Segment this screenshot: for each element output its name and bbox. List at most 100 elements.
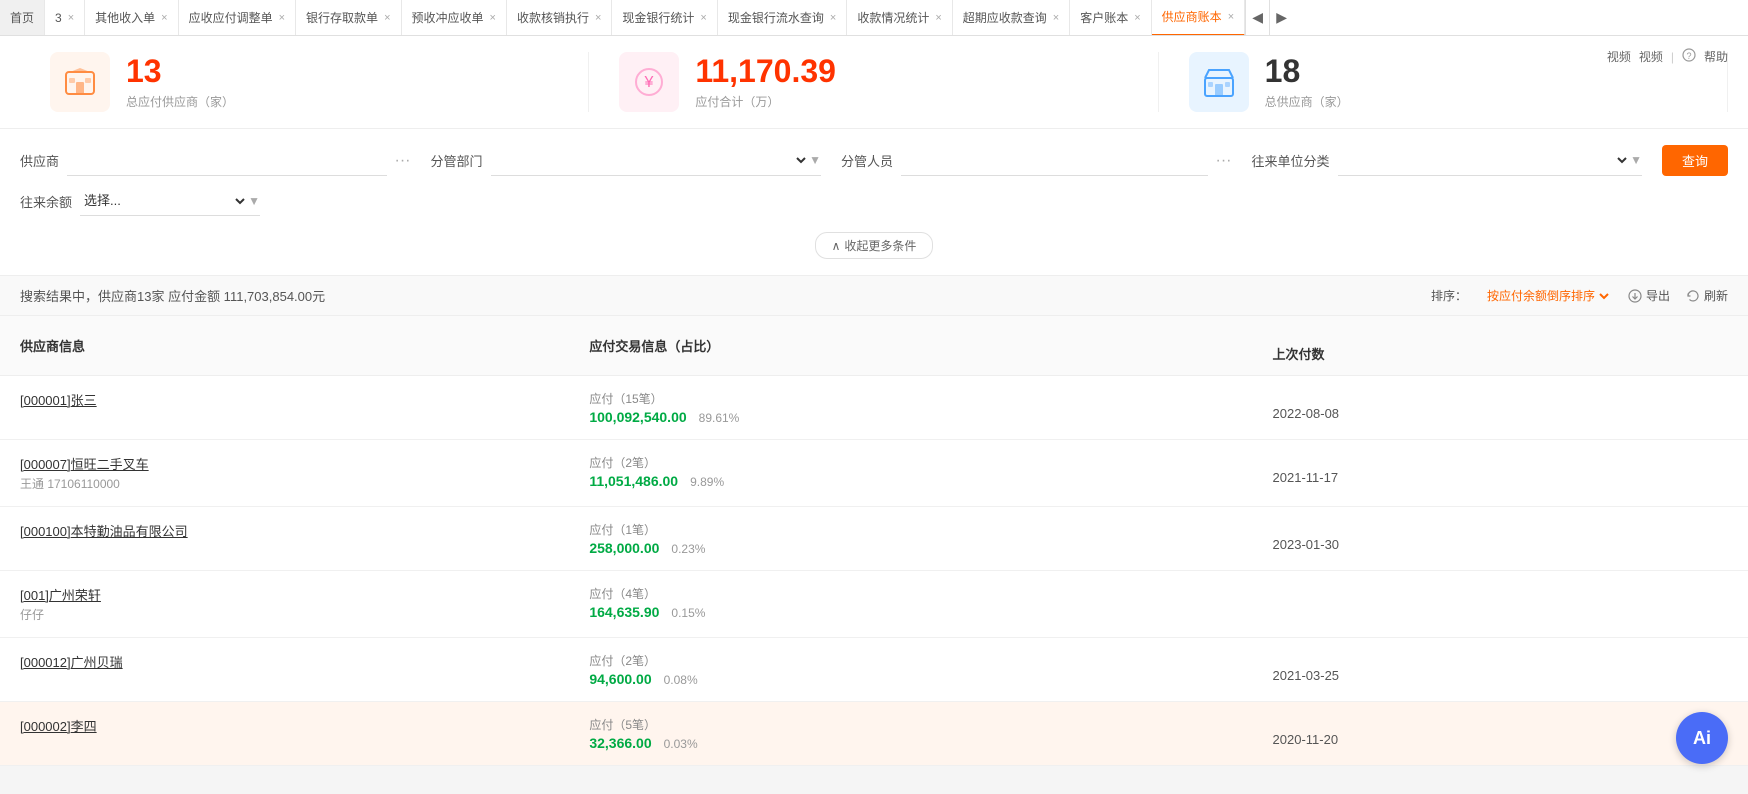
transaction-amount-2[interactable]: 11,051,486.00 (589, 473, 678, 489)
transaction-cell-4: 应付（4笔） 164,635.90 0.15% (589, 585, 1272, 620)
supplier-link-1[interactable]: [000001]张三 (20, 390, 589, 409)
transaction-amount-row-4: 164,635.90 0.15% (589, 602, 1272, 620)
filter-balance: 往来余额 选择... ▼ (20, 186, 320, 216)
transaction-amount-4[interactable]: 164,635.90 (589, 604, 659, 620)
nav-tab-collection-stat[interactable]: 收款情况统计 × (847, 0, 952, 36)
lastpay-cell-6: 2020-11-20 (1273, 716, 1728, 747)
nav-tab-cash-bank-stat-close[interactable]: × (700, 12, 706, 24)
help-label[interactable]: 帮助 (1704, 48, 1728, 65)
transaction-type-3: 应付（1笔） (589, 521, 1272, 538)
refresh-button[interactable]: 刷新 (1686, 287, 1728, 304)
dept-chevron-icon: ▼ (809, 153, 821, 167)
supplier-sub-4: 仔仔 (20, 606, 589, 623)
transaction-amount-row-5: 94,600.00 0.08% (589, 669, 1272, 687)
transaction-amount-1[interactable]: 100,092,540.00 (589, 409, 686, 425)
person-input[interactable] (901, 146, 1208, 176)
supplier-dots[interactable]: ··· (395, 152, 411, 170)
summary-card-suppliers: 13 总应付供应商（家） (20, 52, 589, 112)
nav-tab-customer-ledger-close[interactable]: × (1134, 12, 1140, 24)
supplier-link-5[interactable]: [000012]广州贝瑞 (20, 652, 589, 671)
nav-tab-ar-ap-adjust-close[interactable]: × (279, 12, 285, 24)
category-chevron-icon: ▼ (1630, 153, 1642, 167)
video-link[interactable]: 视频 (1607, 48, 1631, 65)
balance-chevron-icon: ▼ (248, 194, 260, 208)
sort-select[interactable]: 按应付余额倒序排序 按应付余额正序排序 (1483, 288, 1612, 304)
nav-tab-cash-bank-stat[interactable]: 现金银行统计 × (612, 0, 717, 36)
col-header-transaction: 应付交易信息（占比） (589, 336, 1272, 355)
transaction-type-5: 应付（2笔） (589, 652, 1272, 669)
supplier-input[interactable] (67, 146, 387, 176)
transaction-pct-3: 0.23% (671, 542, 705, 556)
result-info: 搜索结果中，供应商13家 应付金额 111,703,854.00元 (20, 286, 325, 305)
person-filter-label: 分管人员 (841, 151, 893, 170)
data-table: 供应商信息 应付交易信息（占比） 上次付数 [000001]张三 应付（15笔）… (0, 316, 1748, 766)
nav-tab-other-income-close[interactable]: × (161, 12, 167, 24)
lastpay-cell-1: 2022-08-08 (1273, 390, 1728, 421)
nav-tab-bank-deposit[interactable]: 银行存取款单 × (296, 0, 401, 36)
collapse-btn-label: 收起更多条件 (844, 237, 916, 254)
supplier-name-6: 李四 (71, 719, 97, 734)
nav-tab-other-income[interactable]: 其他收入单 × (85, 0, 178, 36)
summary-info-suppliers: 13 总应付供应商（家） (126, 54, 234, 110)
transaction-pct-1: 89.61% (699, 411, 740, 425)
filter-category: 往来单位分类 ▼ (1252, 146, 1643, 176)
export-button[interactable]: 导出 (1628, 287, 1670, 304)
nav-prev-arrow[interactable]: ◀ (1245, 0, 1269, 36)
supplier-link-2[interactable]: [000007]恒旺二手叉车 (20, 454, 589, 473)
supplier-link-6[interactable]: [000002]李四 (20, 716, 589, 735)
dept-select[interactable] (491, 146, 810, 174)
nav-tab-other-income-label: 其他收入单 (95, 9, 155, 26)
ai-button[interactable]: Ai (1676, 712, 1728, 764)
nav-tab-ar-ap-adjust[interactable]: 应收应付调整单 × (179, 0, 296, 36)
nav-tab-prepay-offset-close[interactable]: × (490, 12, 496, 24)
supplier-filter-label: 供应商 (20, 151, 59, 170)
nav-tab-supplier-ledger-close[interactable]: × (1228, 11, 1234, 23)
nav-tab-overdue-query[interactable]: 超期应收款查询 × (953, 0, 1070, 36)
nav-tab-prepay-offset[interactable]: 预收冲应收单 × (402, 0, 507, 36)
collapse-bar: ∧ 收起更多条件 (20, 226, 1728, 265)
nav-tab-collection-stat-close[interactable]: × (935, 12, 941, 24)
table-row: [000002]李四 应付（5笔） 32,366.00 0.03% 2020-1… (0, 702, 1748, 766)
nav-tab-collection-verify[interactable]: 收款核销执行 × (507, 0, 612, 36)
supplier-code-3: [000100] (20, 524, 71, 539)
collapse-button[interactable]: ∧ 收起更多条件 (815, 232, 934, 259)
nav-tab-bank-deposit-close[interactable]: × (384, 12, 390, 24)
nav-tab-prepay-offset-label: 预收冲应收单 (412, 9, 484, 26)
nav-tab-home[interactable]: 首页 (0, 0, 45, 36)
nav-tab-3[interactable]: 3 × (45, 0, 85, 36)
nav-tab-customer-ledger[interactable]: 客户账本 × (1070, 0, 1151, 36)
nav-tab-cash-bank-query[interactable]: 现金银行流水查询 × (718, 0, 847, 36)
table-header: 供应商信息 应付交易信息（占比） 上次付数 (0, 316, 1748, 376)
table-row: [000012]广州贝瑞 应付（2笔） 94,600.00 0.08% 2021… (0, 638, 1748, 702)
transaction-amount-3[interactable]: 258,000.00 (589, 540, 659, 556)
transaction-cell-3: 应付（1笔） 258,000.00 0.23% (589, 521, 1272, 556)
nav-tab-overdue-query-close[interactable]: × (1053, 12, 1059, 24)
person-dots[interactable]: ··· (1216, 152, 1232, 170)
nav-tab-supplier-ledger[interactable]: 供应商账本 × (1152, 0, 1245, 36)
category-select[interactable] (1338, 146, 1631, 174)
video-label[interactable]: 视频 (1639, 48, 1663, 65)
nav-next-arrow[interactable]: ▶ (1269, 0, 1293, 36)
nav-tab-3-close[interactable]: × (68, 12, 74, 24)
nav-tab-cash-bank-query-close[interactable]: × (830, 12, 836, 24)
nav-tab-collection-stat-label: 收款情况统计 (857, 9, 929, 26)
category-select-wrapper: ▼ (1338, 146, 1642, 176)
transaction-amount-5[interactable]: 94,600.00 (589, 671, 651, 687)
total-suppliers-count: 18 (1265, 54, 1349, 89)
search-button[interactable]: 查询 (1662, 145, 1728, 176)
result-info-text: 搜索结果中，供应商13家 应付金额 111,703,854.00元 (20, 286, 325, 305)
supplier-link-4[interactable]: [001]广州荣轩 (20, 585, 589, 604)
transaction-type-1: 应付（15笔） (589, 390, 1272, 407)
total-payable-suppliers-label: 总应付供应商（家） (126, 93, 234, 110)
payable-icon: ¥ (619, 52, 679, 112)
supplier-name-5: 广州贝瑞 (71, 655, 123, 670)
transaction-pct-2: 9.89% (690, 475, 724, 489)
supplier-link-3[interactable]: [000100]本特勤油品有限公司 (20, 521, 589, 540)
store-icon (1189, 52, 1249, 112)
nav-tab-collection-verify-close[interactable]: × (595, 12, 601, 24)
nav-tab-supplier-ledger-label: 供应商账本 (1162, 8, 1222, 25)
table-row: [000001]张三 应付（15笔） 100,092,540.00 89.61%… (0, 376, 1748, 440)
transaction-amount-6[interactable]: 32,366.00 (589, 735, 651, 751)
balance-select[interactable]: 选择... (80, 187, 248, 215)
filter-person: 分管人员 ··· (841, 146, 1232, 176)
